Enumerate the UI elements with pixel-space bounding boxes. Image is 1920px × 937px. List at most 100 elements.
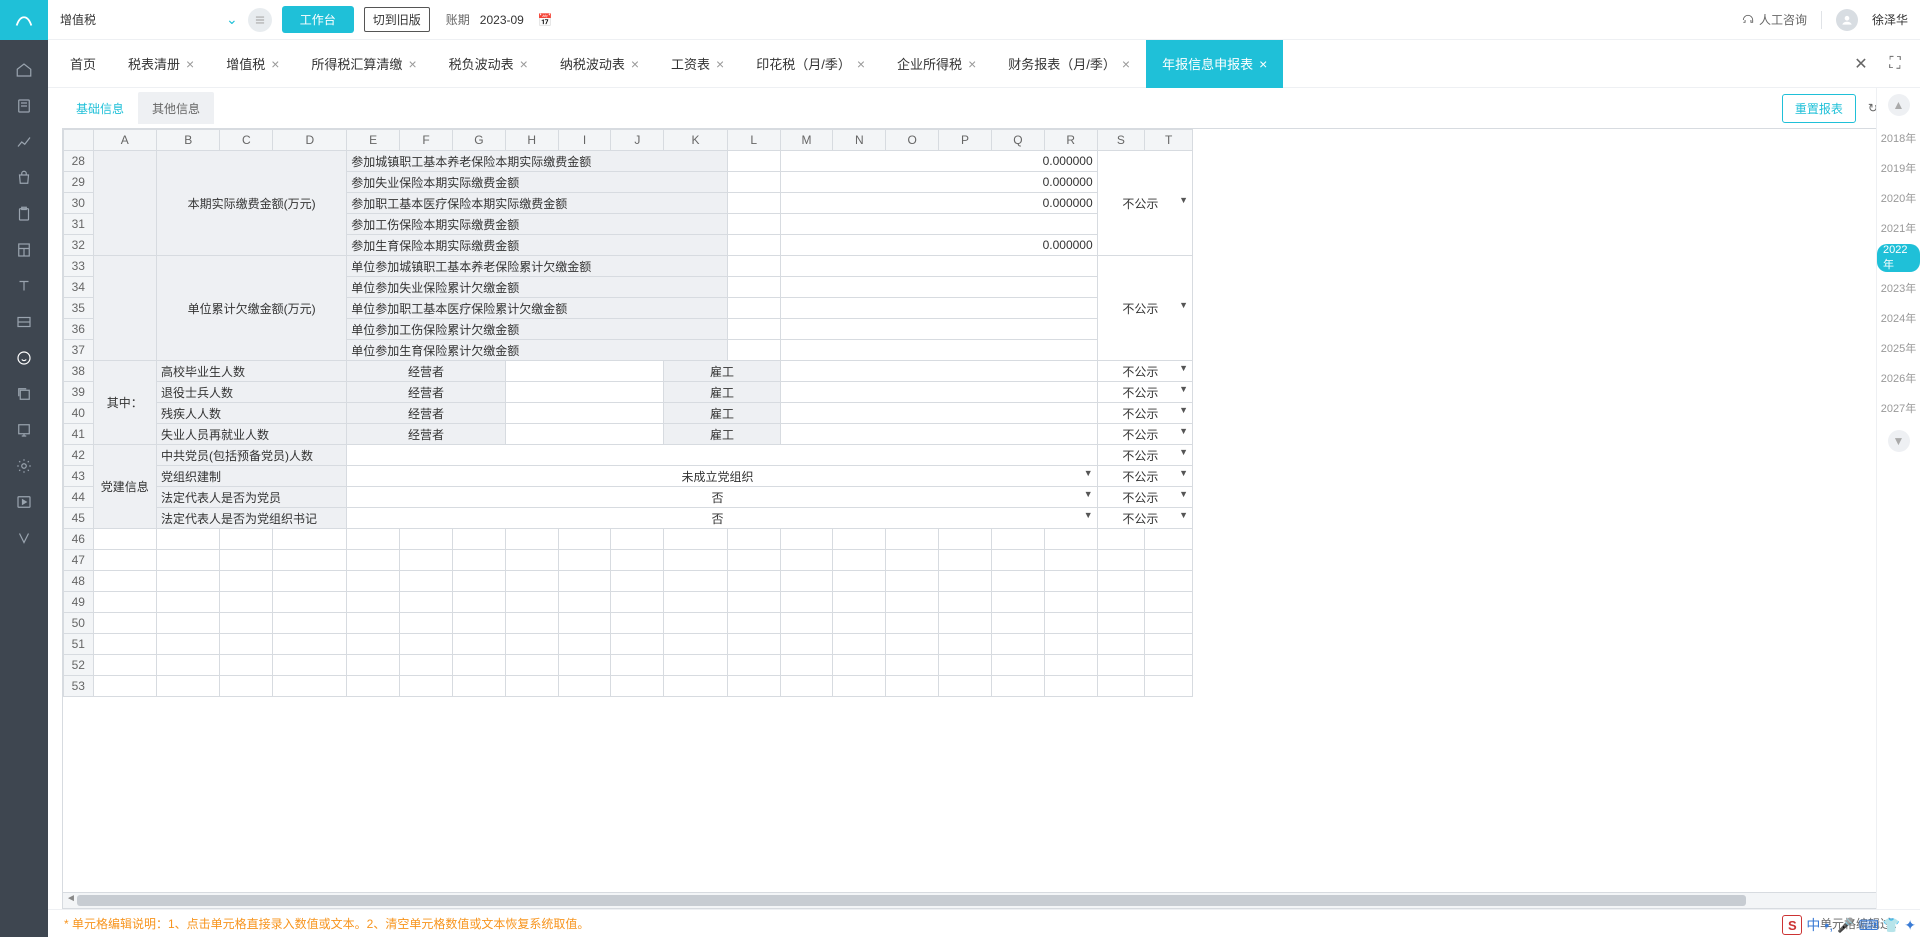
year-2024年[interactable]: 2024年 [1881, 304, 1916, 332]
year-down-icon[interactable]: ▼ [1888, 430, 1910, 452]
nav-home-icon[interactable] [0, 52, 48, 88]
year-2025年[interactable]: 2025年 [1881, 334, 1916, 362]
col-A[interactable]: A [93, 130, 156, 151]
tab-close-icon[interactable]: × [520, 56, 528, 72]
year-up-icon[interactable]: ▲ [1888, 94, 1910, 116]
row-43[interactable]: 43 [64, 466, 94, 487]
col-D[interactable]: D [273, 130, 347, 151]
col-Q[interactable]: Q [991, 130, 1044, 151]
g3-pub-39[interactable]: 不公示 [1097, 382, 1192, 403]
year-2020年[interactable]: 2020年 [1881, 184, 1916, 212]
row-51[interactable]: 51 [64, 634, 94, 655]
tab-所得税汇算清缴[interactable]: 所得税汇算清缴× [295, 40, 432, 88]
tab-close-icon[interactable]: × [1122, 56, 1130, 72]
g4-pub-44[interactable]: 不公示 [1097, 487, 1192, 508]
nav-export-icon[interactable] [0, 412, 48, 448]
nav-chart-icon[interactable] [0, 124, 48, 160]
period-value[interactable]: 2023-09 [480, 13, 524, 27]
ime-punct-icon[interactable]: •, [1824, 917, 1833, 933]
row-41[interactable]: 41 [64, 424, 94, 445]
row-29[interactable]: 29 [64, 172, 94, 193]
year-2022年[interactable]: 2022年 [1877, 244, 1920, 272]
row-46[interactable]: 46 [64, 529, 94, 550]
g1-val-31[interactable] [780, 214, 1097, 235]
row-31[interactable]: 31 [64, 214, 94, 235]
tab-企业所得税[interactable]: 企业所得税× [881, 40, 992, 88]
tab-close-icon[interactable]: × [857, 56, 865, 72]
g3-pub-40[interactable]: 不公示 [1097, 403, 1192, 424]
col-H[interactable]: H [505, 130, 558, 151]
g1-val-30[interactable]: 0.000000 [780, 193, 1097, 214]
year-2019年[interactable]: 2019年 [1881, 154, 1916, 182]
year-2018年[interactable]: 2018年 [1881, 124, 1916, 152]
workbench-button[interactable]: 工作台 [282, 6, 354, 33]
reset-button[interactable]: 重置报表 [1782, 94, 1856, 123]
g1-val-28[interactable]: 0.000000 [780, 151, 1097, 172]
col-R[interactable]: R [1044, 130, 1097, 151]
expand-icon[interactable]: ⛶ [1884, 53, 1906, 75]
row-35[interactable]: 35 [64, 298, 94, 319]
ime-mic-icon[interactable]: 🎤 [1837, 917, 1854, 934]
g4-pub-43[interactable]: 不公示 [1097, 466, 1192, 487]
subtab-basic[interactable]: 基础信息 [62, 92, 138, 124]
g4-pub-45[interactable]: 不公示 [1097, 508, 1192, 529]
row-52[interactable]: 52 [64, 655, 94, 676]
ime-skin-icon[interactable]: 👕 [1883, 917, 1900, 934]
tab-税负波动表[interactable]: 税负波动表× [433, 40, 544, 88]
consult-link[interactable]: 人工咨询 [1741, 11, 1807, 28]
g2-pub[interactable]: 不公示 [1097, 256, 1192, 361]
nav-doc-icon[interactable] [0, 88, 48, 124]
col-J[interactable]: J [611, 130, 664, 151]
switch-old-button[interactable]: 切到旧版 [364, 7, 430, 32]
spreadsheet[interactable]: ABCDEFGHIJKLMNOPQRST28本期实际缴费金额(万元)参加城镇职工… [62, 128, 1890, 893]
tab-close-icon[interactable]: × [968, 56, 976, 72]
ime-kbd-icon[interactable]: ⌨ [1859, 917, 1879, 934]
row-38[interactable]: 38 [64, 361, 94, 382]
col-K[interactable]: K [664, 130, 727, 151]
row-50[interactable]: 50 [64, 613, 94, 634]
row-33[interactable]: 33 [64, 256, 94, 277]
col-L[interactable]: L [727, 130, 780, 151]
tab-增值税[interactable]: 增值税× [210, 40, 295, 88]
col-N[interactable]: N [833, 130, 886, 151]
col-P[interactable]: P [939, 130, 992, 151]
row-39[interactable]: 39 [64, 382, 94, 403]
tab-年报信息申报表[interactable]: 年报信息申报表× [1146, 40, 1283, 88]
g1-pub[interactable]: 不公示 [1097, 151, 1192, 256]
g1-val-29[interactable]: 0.000000 [780, 172, 1097, 193]
nav-calc-icon[interactable] [0, 232, 48, 268]
username[interactable]: 徐泽华 [1872, 11, 1908, 28]
row-44[interactable]: 44 [64, 487, 94, 508]
row-48[interactable]: 48 [64, 571, 94, 592]
g4-val-43[interactable]: 未成立党组织 [347, 466, 1097, 487]
tab-close-icon[interactable]: × [1259, 56, 1267, 72]
tab-印花税（月/季）[interactable]: 印花税（月/季）× [740, 40, 881, 88]
tab-close-icon[interactable]: × [631, 56, 639, 72]
nav-grid-icon[interactable] [0, 304, 48, 340]
row-37[interactable]: 37 [64, 340, 94, 361]
col-M[interactable]: M [780, 130, 833, 151]
col-I[interactable]: I [558, 130, 611, 151]
g3-pub-38[interactable]: 不公示 [1097, 361, 1192, 382]
row-32[interactable]: 32 [64, 235, 94, 256]
nav-text-icon[interactable] [0, 268, 48, 304]
list-icon-button[interactable] [248, 8, 272, 32]
g4-val-42[interactable] [347, 445, 1097, 466]
tax-type-select[interactable]: 增值税 ⌄ [60, 11, 238, 28]
row-40[interactable]: 40 [64, 403, 94, 424]
tab-工资表[interactable]: 工资表× [655, 40, 740, 88]
col-T[interactable]: T [1145, 130, 1193, 151]
col-E[interactable]: E [347, 130, 400, 151]
calendar-icon[interactable]: 📅 [538, 13, 553, 27]
row-49[interactable]: 49 [64, 592, 94, 613]
tab-财务报表（月/季）[interactable]: 财务报表（月/季）× [992, 40, 1146, 88]
tab-close-icon[interactable]: × [716, 56, 724, 72]
row-45[interactable]: 45 [64, 508, 94, 529]
col-O[interactable]: O [886, 130, 939, 151]
horizontal-scrollbar[interactable] [62, 893, 1906, 909]
nav-v-icon[interactable] [0, 520, 48, 556]
g1-val-32[interactable]: 0.000000 [780, 235, 1097, 256]
tab-税表清册[interactable]: 税表清册× [112, 40, 210, 88]
row-30[interactable]: 30 [64, 193, 94, 214]
ime-tool-icon[interactable]: ✦ [1904, 917, 1916, 934]
